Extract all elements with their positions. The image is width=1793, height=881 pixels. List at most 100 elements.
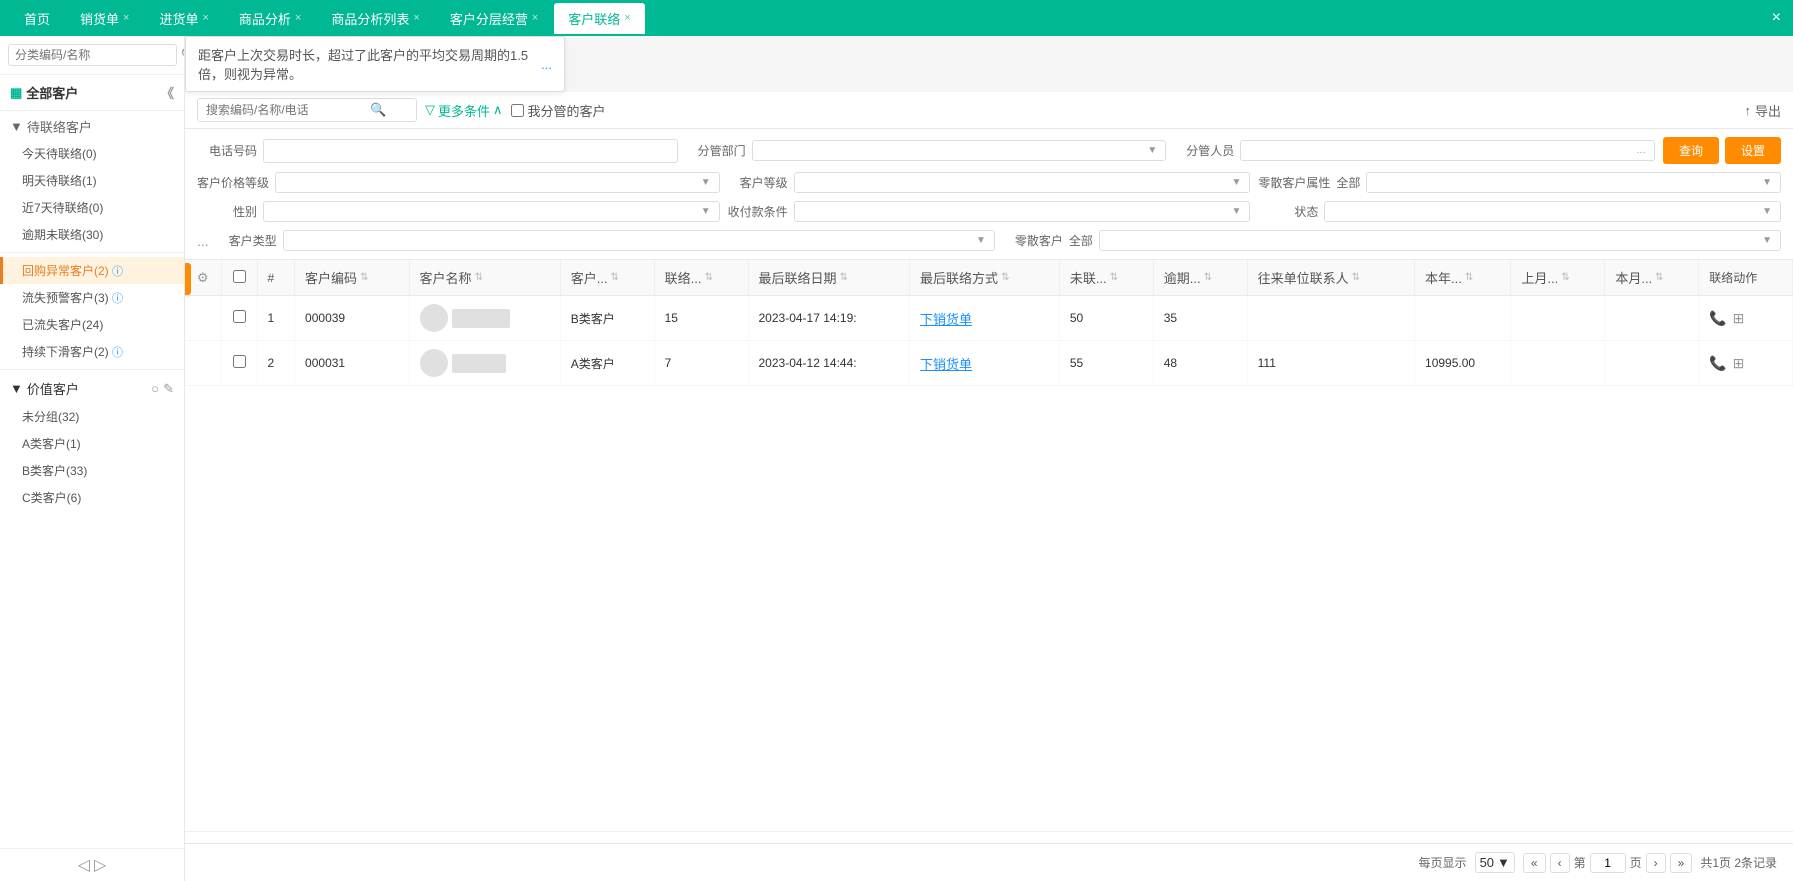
sidebar-group-pending[interactable]: ▼ 待联络客户 — [0, 111, 184, 140]
sort-icon-month[interactable]: ⇅ — [1655, 272, 1663, 283]
sidebar-item-7days[interactable]: 近7天待联络(0) — [0, 194, 184, 221]
row2-method-link[interactable]: 下销货单 — [920, 357, 972, 372]
sort-icon-date[interactable]: ⇅ — [840, 272, 848, 283]
close-all-tabs[interactable]: × — [1772, 9, 1781, 27]
customer-type-select[interactable]: ▼ — [283, 230, 995, 251]
row1-month — [1605, 296, 1699, 341]
sidebar-collapse-icon[interactable]: 《 — [161, 83, 174, 102]
customer-table: ⚙ # 客户编码 ⇅ — [185, 260, 1793, 386]
sidebar-item-today[interactable]: 今天待联络(0) — [0, 140, 184, 167]
circle-icon[interactable]: ○ — [151, 381, 159, 397]
sort-icon-year[interactable]: ⇅ — [1465, 272, 1473, 283]
sidebar-item-tomorrow[interactable]: 明天待联络(1) — [0, 167, 184, 194]
customer-level-select[interactable]: ▼ — [794, 172, 1251, 193]
more-dots-btn[interactable]: ... — [197, 233, 209, 249]
sidebar-item-overdue[interactable]: 逾期未联络(30) — [0, 221, 184, 248]
nav-tab-purchase[interactable]: 进货单 × — [145, 3, 222, 34]
retail-customer-select[interactable]: ▼ — [1099, 230, 1781, 251]
sidebar-item-churned[interactable]: 已流失客户(24) — [0, 311, 184, 338]
sort-icon-overdue[interactable]: ⇅ — [1204, 272, 1212, 283]
page-size-select[interactable]: 50 ▼ — [1475, 852, 1515, 873]
nav-tab-customer-contact[interactable]: 客户联络 × — [554, 3, 644, 34]
row2-checkbox[interactable] — [233, 355, 246, 368]
table-settings-gear[interactable]: ⚙ — [197, 270, 209, 285]
sort-icon-type[interactable]: ⇅ — [611, 272, 619, 283]
sidebar-item-churn-warning[interactable]: 流失预警客户(3) ⓘ — [0, 284, 184, 311]
sidebar-item-declining[interactable]: 持续下滑客户(2) ⓘ — [0, 338, 184, 365]
nav-tab-customer-layer[interactable]: 客户分层经营 × — [436, 3, 552, 34]
grid-icon: ▦ — [10, 85, 22, 101]
sort-icon-name[interactable]: ⇅ — [475, 272, 483, 283]
sidebar-item-b-class[interactable]: B类客户(33) — [0, 457, 184, 484]
sidebar-left-arrow[interactable]: ◁ — [78, 855, 90, 875]
sort-icon-method[interactable]: ⇅ — [1001, 272, 1009, 283]
select-all-checkbox[interactable] — [233, 270, 246, 283]
phone-input[interactable] — [263, 139, 678, 163]
row1-name-blurred: ██ — [452, 309, 510, 328]
sort-icon-last-month[interactable]: ⇅ — [1561, 272, 1569, 283]
row1-method-link[interactable]: 下销货单 — [920, 312, 972, 327]
sidebar-item-repurchase-abnormal[interactable]: 回购异常客户(2) ⓘ — [0, 257, 184, 284]
nav-tab-home[interactable]: 首页 — [10, 3, 64, 34]
close-purchase-tab[interactable]: × — [202, 12, 208, 24]
sidebar-item-ungrouped[interactable]: 未分组(32) — [0, 403, 184, 430]
sidebar-right-arrow[interactable]: ▷ — [94, 855, 106, 875]
filter-search-input[interactable] — [206, 103, 366, 117]
col-customer-name: 客户名称 ⇅ — [409, 260, 560, 296]
more-conditions-btn[interactable]: ▽ 更多条件 ∧ — [425, 101, 503, 120]
col-action: 联络动作 — [1699, 260, 1793, 296]
settings-button[interactable]: 设置 — [1725, 137, 1781, 164]
sidebar-item-c-class[interactable]: C类客户(6) — [0, 484, 184, 511]
sort-icon-unit[interactable]: ⇅ — [1352, 272, 1360, 283]
payment-select[interactable]: ▼ — [794, 201, 1251, 222]
my-customers-checkbox[interactable] — [511, 104, 524, 117]
row1-more-icon[interactable]: ⊞ — [1733, 310, 1745, 327]
sort-icon-contact[interactable]: ⇅ — [704, 272, 712, 283]
nav-tab-product-list[interactable]: 商品分析列表 × — [317, 3, 433, 34]
sidebar-search-container: 🔍 — [0, 36, 184, 75]
row1-contact-count: 15 — [654, 296, 748, 341]
status-select[interactable]: ▼ — [1324, 201, 1781, 222]
sidebar-group-value[interactable]: ▼ 价值客户 ○ ✎ — [0, 374, 184, 403]
col-num: # — [257, 260, 295, 296]
manager-label: 分管人员 — [1174, 142, 1234, 159]
horizontal-scrollbar[interactable] — [185, 831, 1793, 843]
row2-more-icon[interactable]: ⊞ — [1733, 355, 1745, 372]
dept-select[interactable]: ▼ — [752, 140, 1167, 161]
close-sales-tab[interactable]: × — [123, 12, 129, 24]
chevron-down-icon: ∧ — [493, 102, 503, 118]
sort-icon-uncontacted[interactable]: ⇅ — [1110, 272, 1118, 283]
query-button[interactable]: 查询 — [1663, 137, 1719, 164]
nav-tab-sales[interactable]: 销货单 × — [66, 3, 143, 34]
row2-phone-icon[interactable]: 📞 — [1709, 355, 1726, 372]
nav-tab-product-analysis[interactable]: 商品分析 × — [225, 3, 315, 34]
info-icon2: ⓘ — [112, 293, 123, 305]
gender-select[interactable]: ▼ — [263, 201, 720, 222]
sidebar-search-input[interactable] — [8, 44, 177, 66]
sidebar-item-a-class[interactable]: A类客户(1) — [0, 430, 184, 457]
col-last-contact-method: 最后联络方式 ⇅ — [910, 260, 1060, 296]
sort-icon-code[interactable]: ⇅ — [360, 272, 368, 283]
export-btn[interactable]: ↑ 导出 — [1744, 101, 1781, 120]
row1-checkbox[interactable] — [233, 310, 246, 323]
price-level-select[interactable]: ▼ — [275, 172, 720, 193]
next-page-btn[interactable]: › — [1646, 853, 1666, 873]
close-customer-contact-tab[interactable]: × — [624, 12, 630, 24]
close-product-list-tab[interactable]: × — [413, 12, 419, 24]
page-input[interactable] — [1590, 853, 1626, 873]
row2-type: A类客户 — [560, 341, 654, 386]
close-product-analysis-tab[interactable]: × — [295, 12, 301, 24]
prev-page-btn[interactable]: ‹ — [1550, 853, 1570, 873]
tooltip-more-dots[interactable]: ... — [541, 57, 552, 72]
last-page-btn[interactable]: » — [1670, 853, 1693, 873]
retail-attr-value: 全部 — [1336, 174, 1360, 191]
first-page-btn[interactable]: « — [1523, 853, 1546, 873]
filter-search-icon[interactable]: 🔍 — [370, 102, 386, 118]
edit-icon[interactable]: ✎ — [163, 381, 174, 397]
retail-customer-label: 零散客户 — [1003, 232, 1063, 249]
manager-select[interactable]: … — [1240, 140, 1655, 161]
close-customer-layer-tab[interactable]: × — [532, 12, 538, 24]
retail-attr-select[interactable]: ▼ — [1366, 172, 1781, 193]
row1-phone-icon[interactable]: 📞 — [1709, 310, 1726, 327]
row1-year — [1415, 296, 1511, 341]
